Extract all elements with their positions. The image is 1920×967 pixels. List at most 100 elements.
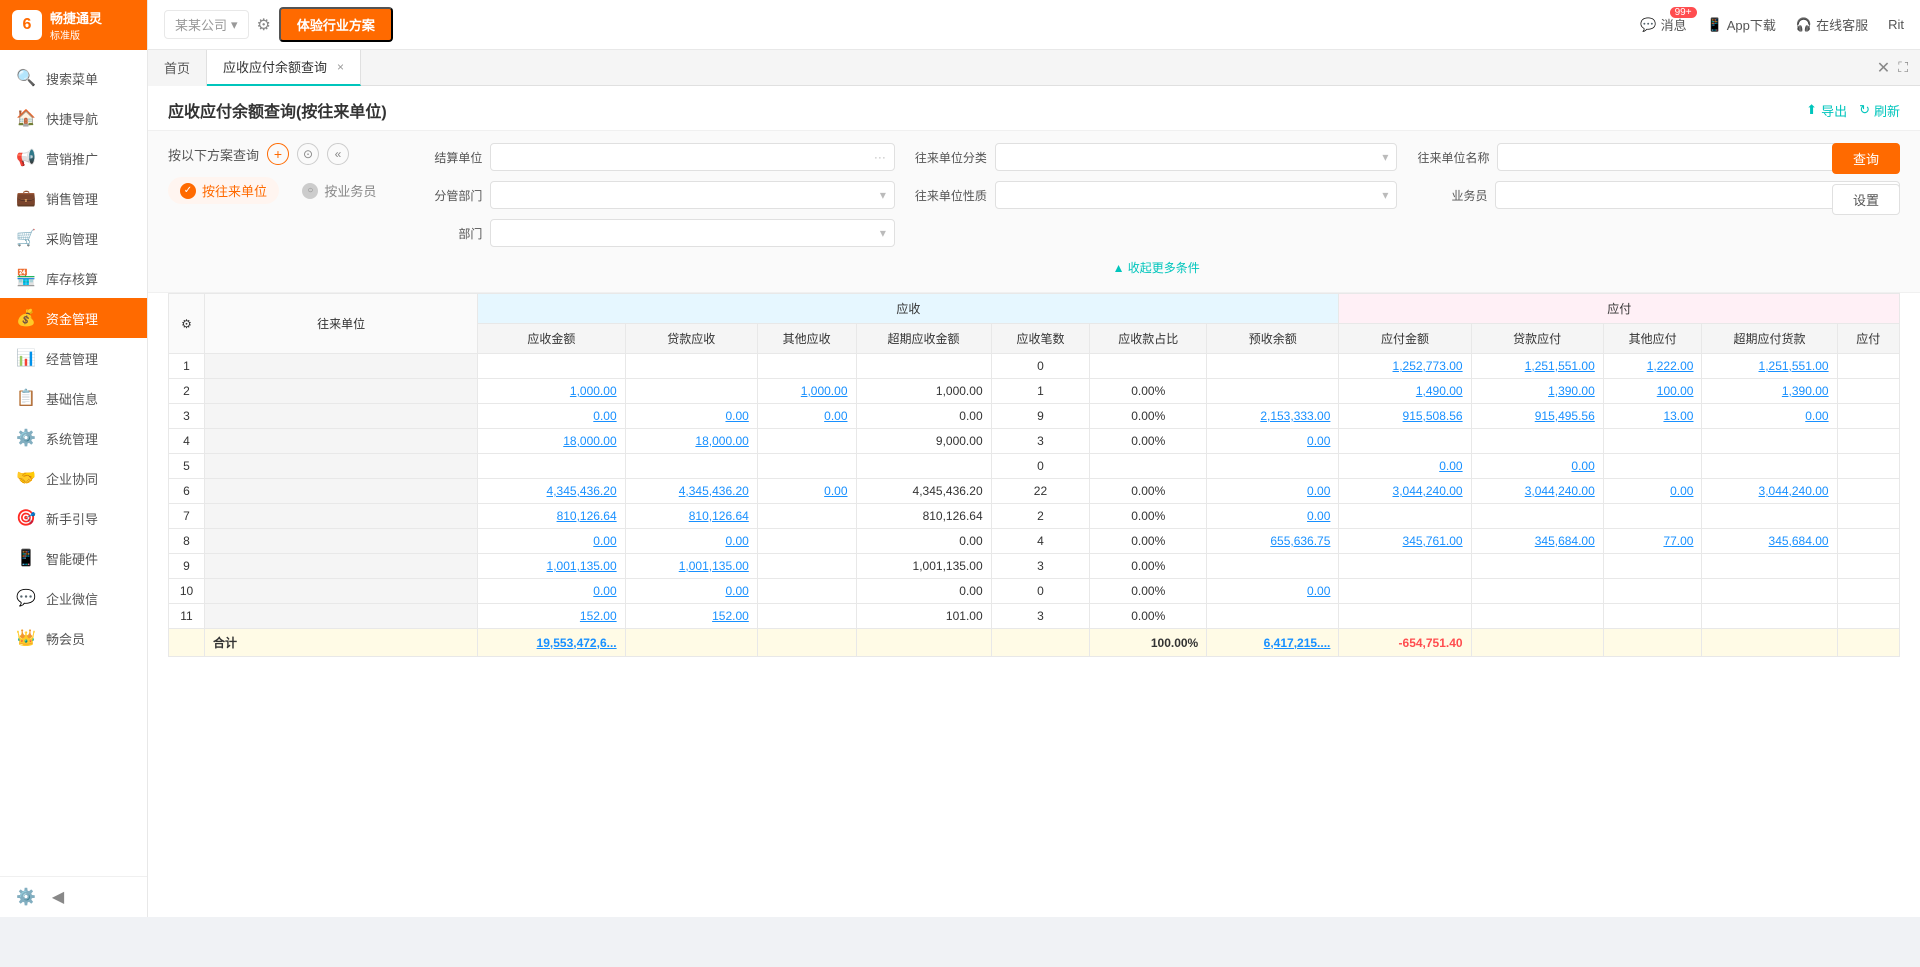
filter-partner-category: 往来单位分类 ▾ <box>915 143 1398 171</box>
sidebar-item-member[interactable]: 👑畅会员 <box>0 618 147 658</box>
query-button[interactable]: 查询 <box>1832 143 1900 174</box>
dept-manager-input[interactable]: ▾ <box>490 181 895 209</box>
sidebar-item-inventory[interactable]: 🏪库存核算 <box>0 258 147 298</box>
sidebar-nav: 🔍搜索菜单🏠快捷导航📢营销推广💼销售管理🛒采购管理🏪库存核算💰资金管理📊经营管理… <box>0 50 147 876</box>
tab-bar-expand-icon[interactable]: ⛶ <box>1898 59 1908 76</box>
sidebar-label-inventory: 库存核算 <box>46 269 98 288</box>
table-body: 101,252,773.001,251,551.001,222.001,251,… <box>169 354 1900 629</box>
partner-cell <box>205 454 478 479</box>
app-download-button[interactable]: 📱 App下载 <box>1707 15 1776 34</box>
th-ap-extra: 应付 <box>1837 324 1899 354</box>
sidebar-label-wechat: 企业微信 <box>46 589 98 608</box>
sidebar-item-operation[interactable]: 📊经营管理 <box>0 338 147 378</box>
settings-col-icon[interactable]: ⚙ <box>169 294 205 354</box>
th-ar-overdue: 超期应收金额 <box>856 324 991 354</box>
sidebar-item-collab[interactable]: 🤝企业协同 <box>0 458 147 498</box>
th-ar-ratio: 应收款占比 <box>1090 324 1207 354</box>
message-icon: 💬 <box>1640 17 1656 33</box>
filter-settlement-unit: 结算单位 ··· <box>412 143 895 171</box>
logo-name: 畅捷通灵 <box>50 8 102 27</box>
sidebar-item-marketing[interactable]: 📢营销推广 <box>0 138 147 178</box>
sidebar-item-shortcut[interactable]: 🏠快捷导航 <box>0 98 147 138</box>
message-button[interactable]: 💬 消息 99+ <box>1640 15 1686 34</box>
set-button[interactable]: 设置 <box>1832 184 1900 215</box>
table-row: 418,000.0018,000.009,000.0030.00%0.00 <box>169 429 1900 454</box>
topbar: 某某公司 ▾ ⚙ 体验行业方案 💬 消息 99+ 📱 App下载 🎧 在线客服 … <box>148 0 1920 50</box>
sidebar-label-hardware: 智能硬件 <box>46 549 98 568</box>
finance-icon: 💰 <box>16 308 36 328</box>
tab-home[interactable]: 首页 <box>148 50 207 86</box>
table-row: 21,000.001,000.001,000.0010.00%1,490.001… <box>169 379 1900 404</box>
sidebar-item-system[interactable]: ⚙️系统管理 <box>0 418 147 458</box>
sidebar-label-search: 搜索菜单 <box>46 69 98 88</box>
scheme-icon-button[interactable]: ⊙ <box>297 143 319 165</box>
dept-input[interactable]: ▾ <box>490 219 895 247</box>
org-dropdown-icon: ▾ <box>231 17 238 33</box>
sidebar-item-wechat[interactable]: 💬企业微信 <box>0 578 147 618</box>
sidebar-item-basic[interactable]: 📋基础信息 <box>0 378 147 418</box>
sidebar-item-purchase[interactable]: 🛒采购管理 <box>0 218 147 258</box>
total-ar-prepay[interactable]: 6,417,215.... <box>1207 629 1339 657</box>
partner-cell <box>205 354 478 379</box>
refresh-button[interactable]: ↻ 刷新 <box>1859 101 1900 120</box>
filter-grid-wrap: 结算单位 ··· 往来单位分类 ▾ 往来单位名称 <box>412 143 1900 280</box>
sidebar-item-finance[interactable]: 💰资金管理 <box>0 298 147 338</box>
total-ap-loan <box>1471 629 1603 657</box>
settings-icon[interactable]: ⚙️ <box>16 887 36 907</box>
total-ar-count <box>991 629 1090 657</box>
tab-bar-close-icon[interactable]: ✕ <box>1877 58 1890 78</box>
online-service-button[interactable]: 🎧 在线客服 <box>1796 15 1868 34</box>
partner-cell <box>205 379 478 404</box>
promo-button[interactable]: 体验行业方案 <box>279 7 393 42</box>
partner-cell <box>205 529 478 554</box>
total-ap-overdue <box>1702 629 1837 657</box>
settings-icon[interactable]: ⚙ <box>257 15 271 35</box>
th-ar-count: 应收笔数 <box>991 324 1090 354</box>
filter-grid: 结算单位 ··· 往来单位分类 ▾ 往来单位名称 <box>412 143 1900 247</box>
dropdown-icon: ▾ <box>1382 150 1388 164</box>
partner-category-input[interactable]: ▾ <box>995 143 1398 171</box>
partner-cell <box>205 504 478 529</box>
user-profile[interactable]: Rit <box>1888 17 1904 32</box>
sub-nav-partner[interactable]: ✓ 按往来单位 <box>168 177 279 204</box>
partner-cell <box>205 429 478 454</box>
tab-ar-query[interactable]: 应收应付余额查询 × <box>207 50 361 86</box>
tab-close-icon[interactable]: × <box>337 60 344 74</box>
collapse-label: 收起更多条件 <box>1128 261 1200 275</box>
total-ar-amount[interactable]: 19,553,472,6... <box>478 629 625 657</box>
refresh-label: 刷新 <box>1874 101 1900 120</box>
collapse-scheme-button[interactable]: « <box>327 143 349 165</box>
filter-salesperson-label: 业务员 <box>1417 187 1487 204</box>
sidebar-item-guide[interactable]: 🎯 新手引导 <box>0 498 147 538</box>
service-label: 在线客服 <box>1816 15 1868 34</box>
th-ar-other: 其他应收 <box>757 324 856 354</box>
sub-nav-salesperson[interactable]: ○ 按业务员 <box>290 177 388 204</box>
filter-label: 按以下方案查询 <box>168 145 259 164</box>
collapse-more-button[interactable]: ▲ 收起更多条件 <box>412 255 1900 280</box>
sidebar-label-guide: 新手引导 <box>46 509 98 528</box>
sub-nav-partner-label: 按往来单位 <box>202 181 267 200</box>
filter-partner-nature-label: 往来单位性质 <box>915 187 987 204</box>
sidebar-item-search[interactable]: 🔍搜索菜单 <box>0 58 147 98</box>
sidebar-item-sales[interactable]: 💼销售管理 <box>0 178 147 218</box>
settlement-unit-input[interactable]: ··· <box>490 143 895 171</box>
tab-home-label: 首页 <box>164 58 190 77</box>
sidebar-bottom: ⚙️ ◀ <box>0 876 147 917</box>
table-row: 500.000.00 <box>169 454 1900 479</box>
sub-nav-salesperson-label: 按业务员 <box>324 181 376 200</box>
table-row: 30.000.000.000.0090.00%2,153,333.00915,5… <box>169 404 1900 429</box>
guide-icon: 🎯 <box>16 508 36 528</box>
collapse-icon[interactable]: ◀ <box>52 887 64 907</box>
sidebar-item-hardware[interactable]: 📱智能硬件 <box>0 538 147 578</box>
logo-badge: 标准版 <box>50 27 102 42</box>
user-name: Rit <box>1888 17 1904 32</box>
export-button[interactable]: ⬆ 导出 <box>1806 101 1847 120</box>
sidebar-label-operation: 经营管理 <box>46 349 98 368</box>
partner-nature-input[interactable]: ▾ <box>995 181 1398 209</box>
partner-cell <box>205 479 478 504</box>
add-scheme-button[interactable]: + <box>267 143 289 165</box>
basic-icon: 📋 <box>16 388 36 408</box>
dropdown-icon4: ▾ <box>880 226 886 240</box>
filter-partner-category-label: 往来单位分类 <box>915 149 987 166</box>
org-selector[interactable]: 某某公司 ▾ <box>164 10 249 39</box>
